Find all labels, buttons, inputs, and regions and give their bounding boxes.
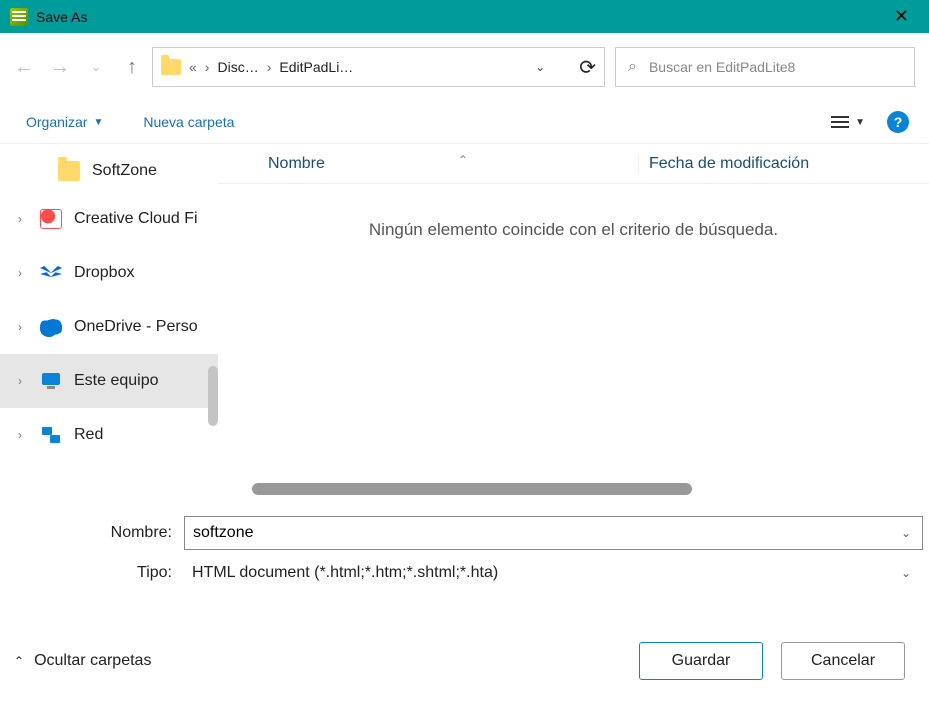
filename-label: Nombre:: [6, 524, 184, 542]
sidebar-item-label: Dropbox: [74, 264, 134, 282]
file-listing: Nombre ⌃ Fecha de modificación Ningún el…: [218, 144, 929, 495]
hide-folders-label: Ocultar carpetas: [34, 652, 151, 670]
creative-cloud-icon: [40, 209, 62, 229]
column-date-label: Fecha de modificación: [649, 155, 809, 172]
view-menu[interactable]: ▼: [831, 116, 865, 128]
back-button[interactable]: ←: [14, 57, 34, 77]
column-name-label: Nombre: [268, 155, 325, 172]
filetype-value: HTML document (*.html;*.htm;*.shtml;*.ht…: [192, 564, 498, 582]
sidebar-item-label: Creative Cloud Fi: [74, 210, 198, 228]
path-breadcrumb[interactable]: « › Disc… › EditPadLi… ⌄ ⟳: [152, 47, 605, 87]
folder-icon: [161, 59, 181, 75]
save-label: Guardar: [672, 652, 731, 670]
help-button[interactable]: ?: [887, 111, 909, 133]
footer: ⌃ Ocultar carpetas Guardar Cancelar: [0, 623, 929, 699]
hide-folders-button[interactable]: ⌃ Ocultar carpetas: [14, 652, 151, 670]
path-segment[interactable]: Disc…: [217, 59, 258, 75]
onedrive-icon: [40, 317, 62, 337]
sidebar-item-this-pc[interactable]: › Este equipo: [0, 354, 218, 408]
overflow-indicator[interactable]: «: [189, 59, 197, 75]
close-button[interactable]: ✕: [884, 2, 919, 31]
sidebar-item-dropbox[interactable]: › Dropbox: [0, 246, 218, 300]
chevron-up-icon: ⌃: [14, 654, 24, 668]
refresh-button[interactable]: ⟳: [579, 55, 596, 80]
empty-message: Ningún elemento coincide con el criterio…: [218, 184, 929, 240]
cancel-button[interactable]: Cancelar: [781, 642, 905, 680]
save-button[interactable]: Guardar: [639, 642, 763, 680]
column-date[interactable]: Fecha de modificación: [638, 155, 929, 173]
filetype-select[interactable]: HTML document (*.html;*.htm;*.shtml;*.ht…: [184, 556, 923, 590]
search-icon: ⌕: [628, 58, 637, 76]
expand-icon[interactable]: ›: [18, 212, 28, 226]
sidebar-item-softzone[interactable]: SoftZone: [0, 150, 218, 192]
horizontal-scrollbar[interactable]: [252, 483, 692, 495]
up-button[interactable]: ↑: [122, 57, 142, 77]
column-name[interactable]: Nombre ⌃: [218, 155, 638, 173]
pc-icon: [40, 371, 62, 391]
forward-button[interactable]: →: [50, 57, 70, 77]
path-segment[interactable]: EditPadLi…: [279, 59, 353, 75]
chevron-right-icon: ›: [267, 59, 272, 75]
dropbox-icon: [40, 263, 62, 283]
organize-label: Organizar: [26, 114, 87, 130]
sidebar-item-label: OneDrive - Perso: [74, 318, 198, 336]
form-area: Nombre: ⌄ Tipo: HTML document (*.html;*.…: [0, 495, 929, 593]
search-placeholder: Buscar en EditPadLite8: [649, 59, 795, 75]
caret-down-icon: ▼: [93, 117, 103, 128]
new-folder-label: Nueva carpeta: [143, 114, 234, 130]
sidebar-scrollbar[interactable]: [208, 366, 218, 426]
expand-icon[interactable]: ›: [18, 428, 28, 442]
toolbar: Organizar ▼ Nueva carpeta ▼ ?: [0, 101, 929, 143]
navbar: ← → ⌄ ↑ « › Disc… › EditPadLi… ⌄ ⟳ ⌕ Bus…: [0, 33, 929, 101]
app-icon: [10, 8, 28, 26]
cancel-label: Cancelar: [811, 652, 875, 670]
filetype-label: Tipo:: [6, 564, 184, 582]
expand-icon[interactable]: ›: [18, 266, 28, 280]
recent-dropdown[interactable]: ⌄: [86, 61, 106, 73]
list-view-icon: [831, 116, 849, 128]
expand-icon[interactable]: ›: [18, 374, 28, 388]
caret-down-icon: ▼: [855, 117, 865, 128]
filetype-dropdown-icon: ⌄: [901, 566, 911, 580]
folder-icon: [58, 161, 80, 181]
list-header: Nombre ⌃ Fecha de modificación: [218, 144, 929, 184]
filename-input[interactable]: [184, 516, 923, 550]
sidebar-item-label: SoftZone: [92, 162, 157, 180]
sidebar-item-creative-cloud[interactable]: › Creative Cloud Fi: [0, 192, 218, 246]
window-title: Save As: [36, 9, 87, 25]
sidebar-item-onedrive[interactable]: › OneDrive - Perso: [0, 300, 218, 354]
sidebar-item-label: Red: [74, 426, 103, 444]
sidebar-item-network[interactable]: › Red: [0, 408, 218, 462]
sort-indicator-icon: ⌃: [458, 153, 468, 167]
path-dropdown[interactable]: ⌄: [535, 60, 545, 74]
new-folder-button[interactable]: Nueva carpeta: [143, 114, 234, 130]
expand-icon[interactable]: ›: [18, 320, 28, 334]
search-box[interactable]: ⌕ Buscar en EditPadLite8: [615, 47, 915, 87]
organize-menu[interactable]: Organizar ▼: [26, 114, 103, 130]
nav-arrows: ← → ⌄ ↑: [14, 57, 142, 77]
network-icon: [40, 425, 62, 445]
chevron-right-icon: ›: [205, 59, 210, 75]
main-area: SoftZone › Creative Cloud Fi › Dropbox ›…: [0, 143, 929, 495]
sidebar-item-label: Este equipo: [74, 372, 159, 390]
sidebar: SoftZone › Creative Cloud Fi › Dropbox ›…: [0, 144, 218, 495]
titlebar: Save As ✕: [0, 0, 929, 33]
